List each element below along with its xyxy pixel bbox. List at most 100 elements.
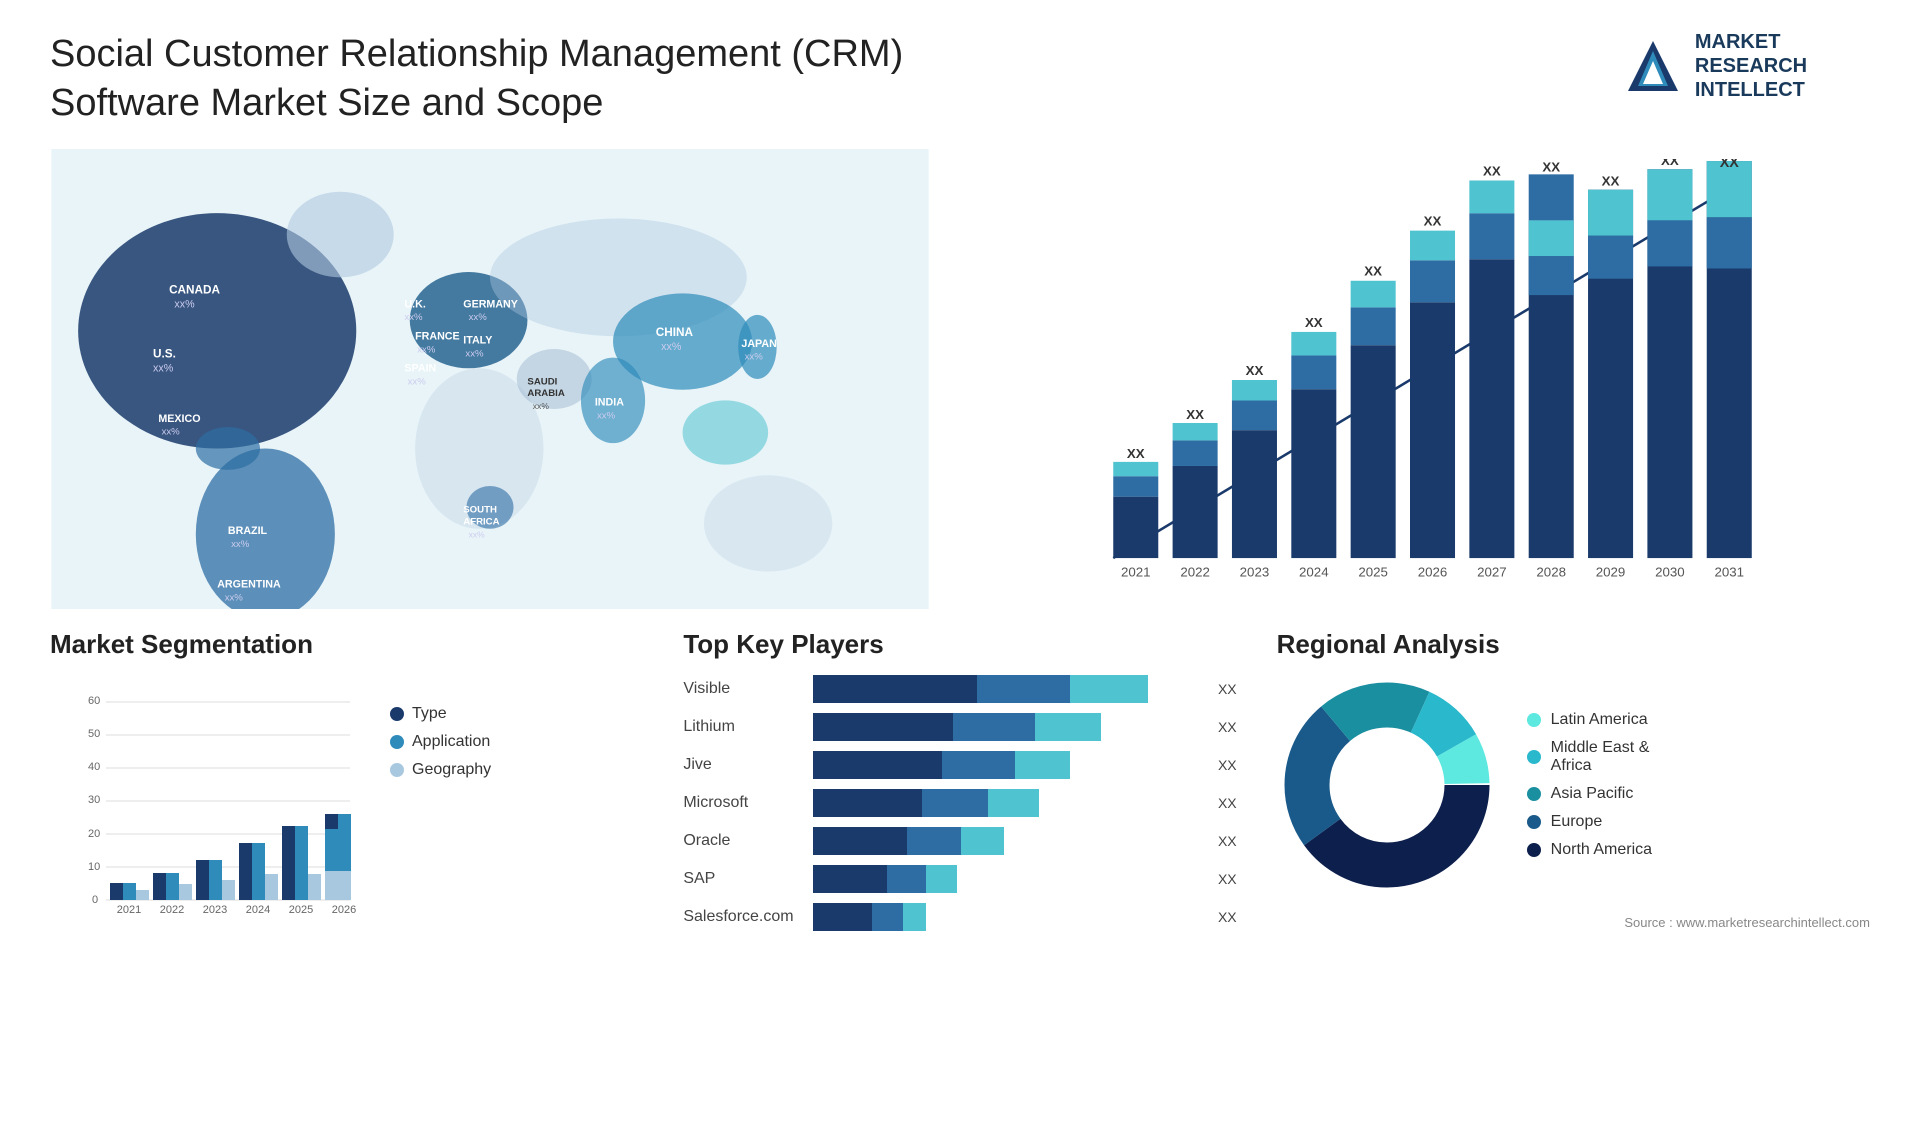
svg-text:XX: XX (1720, 159, 1740, 171)
donut-area: Latin America Middle East &Africa Asia P… (1277, 675, 1870, 895)
svg-text:CHINA: CHINA (656, 326, 694, 339)
regional-analysis-section: Regional Analysis (1277, 629, 1870, 941)
logo-icon (1623, 36, 1683, 96)
legend-type: Type (390, 705, 491, 723)
svg-text:GERMANY: GERMANY (463, 298, 518, 310)
legend-middle-east: Middle East &Africa (1527, 739, 1652, 775)
geo-dot (390, 763, 404, 777)
svg-text:10: 10 (88, 861, 100, 873)
player-row: Visible XX (683, 675, 1236, 703)
svg-text:0: 0 (92, 894, 98, 906)
player-row: SAP XX (683, 865, 1236, 893)
svg-text:2024: 2024 (246, 904, 270, 915)
svg-text:2023: 2023 (203, 904, 227, 915)
legend-geography: Geography (390, 761, 491, 779)
svg-text:xx%: xx% (533, 401, 550, 411)
svg-text:2025: 2025 (289, 904, 313, 915)
svg-text:2031: 2031 (1714, 564, 1744, 579)
svg-text:2028: 2028 (1536, 564, 1566, 579)
svg-text:XX: XX (1661, 159, 1679, 168)
page-title: Social Customer Relationship Management … (50, 30, 950, 129)
player-row: Salesforce.com XX (683, 903, 1236, 931)
svg-text:MEXICO: MEXICO (158, 413, 200, 425)
key-players-section: Top Key Players Visible XX Lithium XX (663, 629, 1256, 941)
svg-text:xx%: xx% (408, 376, 427, 387)
donut-chart (1277, 675, 1497, 895)
svg-text:xx%: xx% (404, 312, 423, 323)
type-dot (390, 707, 404, 721)
market-segmentation-section: Market Segmentation 0 10 20 30 40 50 60 (50, 629, 643, 941)
svg-text:XX: XX (1305, 315, 1323, 330)
svg-text:SAUDI: SAUDI (527, 376, 557, 387)
svg-text:2026: 2026 (332, 904, 356, 915)
svg-text:xx%: xx% (417, 344, 436, 355)
app-dot (390, 735, 404, 749)
world-map-section: CANADA xx% U.S. xx% MEXICO xx% BRAZIL xx… (50, 149, 930, 609)
svg-text:XX: XX (1424, 213, 1442, 228)
logo-box: MARKET RESEARCH INTELLECT (1623, 30, 1807, 102)
world-map-svg: CANADA xx% U.S. xx% MEXICO xx% BRAZIL xx… (50, 149, 930, 609)
svg-text:2022: 2022 (1180, 564, 1210, 579)
svg-text:xx%: xx% (174, 298, 195, 310)
header: Social Customer Relationship Management … (50, 30, 1870, 129)
logo-area: MARKET RESEARCH INTELLECT (1560, 30, 1870, 102)
bottom-grid: Market Segmentation 0 10 20 30 40 50 60 (50, 629, 1870, 941)
regional-legend: Latin America Middle East &Africa Asia P… (1527, 711, 1652, 859)
svg-text:2023: 2023 (1240, 564, 1270, 579)
svg-text:XX: XX (1542, 159, 1560, 174)
svg-text:xx%: xx% (469, 529, 486, 539)
growth-chart-svg: XX 2021 XX 2022 XX 2023 XX 2024 (970, 159, 1850, 599)
legend-latin-america: Latin America (1527, 711, 1652, 729)
regional-title: Regional Analysis (1277, 629, 1870, 660)
svg-text:xx%: xx% (153, 362, 174, 374)
svg-text:2021: 2021 (1121, 564, 1151, 579)
svg-text:BRAZIL: BRAZIL (228, 525, 268, 537)
svg-text:30: 30 (88, 794, 100, 806)
svg-text:xx%: xx% (597, 410, 616, 421)
svg-text:xx%: xx% (661, 341, 682, 353)
svg-text:2021: 2021 (117, 904, 141, 915)
legend-europe: Europe (1527, 813, 1652, 831)
svg-text:XX: XX (1364, 263, 1382, 278)
growth-chart-section: XX 2021 XX 2022 XX 2023 XX 2024 (950, 149, 1870, 609)
svg-text:xx%: xx% (231, 539, 250, 550)
svg-text:XX: XX (1186, 407, 1204, 422)
svg-text:SOUTH: SOUTH (463, 505, 497, 516)
svg-text:xx%: xx% (745, 352, 764, 363)
svg-text:40: 40 (88, 761, 100, 773)
svg-text:2025: 2025 (1358, 564, 1388, 579)
player-row: Oracle XX (683, 827, 1236, 855)
svg-text:2029: 2029 (1596, 564, 1626, 579)
legend-application: Application (390, 733, 491, 751)
svg-text:SPAIN: SPAIN (404, 362, 436, 374)
logo-text: MARKET RESEARCH INTELLECT (1695, 30, 1807, 102)
svg-text:2026: 2026 (1418, 564, 1448, 579)
players-title: Top Key Players (683, 629, 1236, 660)
svg-text:20: 20 (88, 828, 100, 840)
svg-text:XX: XX (1246, 363, 1264, 378)
svg-text:AFRICA: AFRICA (463, 516, 499, 527)
page-container: Social Customer Relationship Management … (0, 0, 1920, 1146)
svg-text:JAPAN: JAPAN (741, 338, 776, 350)
svg-text:xx%: xx% (225, 592, 244, 603)
svg-text:xx%: xx% (469, 312, 488, 323)
svg-text:ITALY: ITALY (463, 334, 492, 346)
svg-text:ARABIA: ARABIA (527, 388, 564, 399)
svg-text:INDIA: INDIA (595, 397, 624, 409)
svg-text:2027: 2027 (1477, 564, 1507, 579)
legend-north-america: North America (1527, 841, 1652, 859)
segmentation-chart: 0 10 20 30 40 50 60 (50, 675, 370, 915)
svg-text:FRANCE: FRANCE (415, 330, 460, 342)
legend-asia-pacific: Asia Pacific (1527, 785, 1652, 803)
svg-text:xx%: xx% (465, 348, 484, 359)
svg-text:XX: XX (1602, 173, 1620, 188)
player-row: Lithium XX (683, 713, 1236, 741)
svg-text:xx%: xx% (162, 426, 181, 437)
svg-text:50: 50 (88, 728, 100, 740)
svg-text:U.K.: U.K. (404, 298, 425, 310)
svg-text:2030: 2030 (1655, 564, 1685, 579)
svg-text:XX: XX (1483, 163, 1501, 178)
player-row: Jive XX (683, 751, 1236, 779)
player-row: Microsoft XX (683, 789, 1236, 817)
svg-text:U.S.: U.S. (153, 347, 176, 360)
